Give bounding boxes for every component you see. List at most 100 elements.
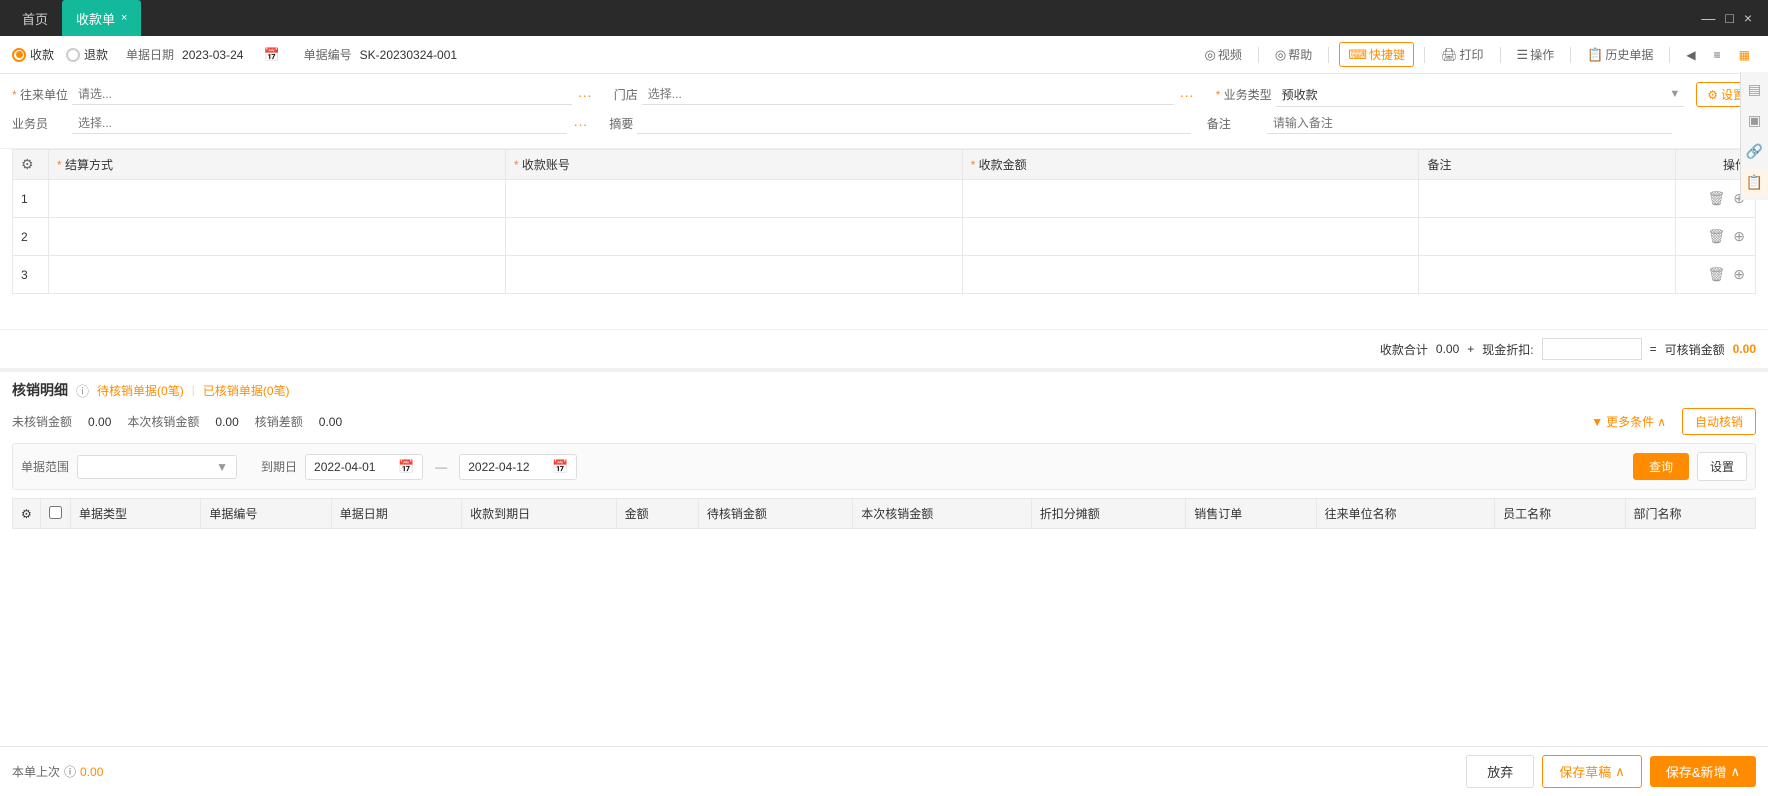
row3-copy-icon[interactable]: ⊕ [1731, 264, 1747, 285]
staff-label: 业务员 [12, 115, 72, 132]
counterpart-more-icon[interactable]: ··· [572, 87, 598, 103]
sidebar-icon-clip[interactable]: 📋 [1741, 169, 1768, 196]
date-value: 2023-03-24 [182, 48, 243, 62]
range-label: 单据范围 [21, 458, 69, 475]
select-all-checkbox[interactable] [49, 506, 62, 519]
wcol6: 待核销金额 [698, 499, 852, 529]
date-from-input[interactable] [314, 460, 394, 474]
equals-sign: = [1650, 342, 1657, 356]
toolbar-actions: ◎ 视频 ◎ 帮助 ⌨ 快捷键 🖨 打印 ☰ 操作 [1199, 42, 1757, 67]
row3-remark[interactable] [1419, 256, 1676, 294]
sidebar-icon-table[interactable]: ▤ [1743, 76, 1766, 103]
staff-input[interactable] [72, 113, 567, 134]
radio-group: 收款 退款 [12, 46, 108, 63]
row3-delete-icon[interactable]: 🗑 [1705, 264, 1727, 285]
wcol1: 单据类型 [71, 499, 201, 529]
prev-btn[interactable]: ◀ [1680, 45, 1701, 65]
row2-copy-icon[interactable]: ⊕ [1731, 226, 1747, 247]
history-icon: 📋 [1587, 47, 1603, 63]
row2-delete-icon[interactable]: 🗑 [1705, 226, 1727, 247]
sidebar-icon-grid[interactable]: ▣ [1743, 107, 1766, 134]
store-more-icon[interactable]: ··· [1174, 87, 1200, 103]
cash-discount-label: 现金折扣: [1482, 341, 1533, 358]
save-draft-button[interactable]: 保存草稿 ∧ [1542, 755, 1642, 788]
writeoff-info-icon[interactable]: ⓘ [76, 381, 89, 400]
save-new-chevron-icon: ∧ [1730, 764, 1740, 780]
row1-amount[interactable] [962, 180, 1419, 218]
auto-writeoff-btn[interactable]: 自动核销 [1682, 408, 1756, 435]
radio-refund[interactable]: 退款 [66, 46, 108, 63]
biz-type-select[interactable]: 预收款 ▼ [1276, 83, 1685, 107]
counterpart-input[interactable] [72, 84, 572, 105]
net-amount-label: 可核销金额 [1665, 341, 1725, 358]
operation-btn[interactable]: ☰ 操作 [1511, 43, 1561, 66]
tab-home[interactable]: 首页 [8, 0, 62, 36]
cash-discount-input[interactable] [1542, 338, 1642, 360]
query-settings-btn[interactable]: 设置 [1697, 452, 1747, 481]
staff-field: 业务员 ··· [12, 113, 593, 134]
biz-type-chevron: ▼ [1665, 88, 1684, 100]
divider6 [1669, 47, 1670, 63]
col-remark: 备注 [1419, 150, 1676, 180]
layout-btn1[interactable]: ≡ [1708, 45, 1727, 65]
radio-collect[interactable]: 收款 [12, 46, 54, 63]
help-btn[interactable]: ◎ 帮助 [1269, 43, 1318, 66]
video-btn[interactable]: ◎ 视频 [1199, 43, 1248, 66]
row1-remark[interactable] [1419, 180, 1676, 218]
shortcut-btn[interactable]: ⌨ 快捷键 [1339, 42, 1414, 67]
discard-button[interactable]: 放弃 [1466, 755, 1534, 788]
tab-close-icon[interactable]: × [121, 12, 127, 24]
store-input[interactable] [642, 84, 1174, 105]
row2-account[interactable] [505, 218, 962, 256]
col-settlement: 结算方式 [49, 150, 506, 180]
writeoff-gear-icon[interactable]: ⚙ [21, 507, 32, 521]
unchecked-value: 0.00 [88, 415, 111, 429]
range-select[interactable]: ▼ [77, 455, 237, 479]
row2-remark[interactable] [1419, 218, 1676, 256]
sidebar-icon-link[interactable]: 🔗 [1741, 138, 1768, 165]
query-btn[interactable]: 查询 [1633, 453, 1689, 480]
staff-more-icon[interactable]: ··· [567, 116, 593, 132]
bottom-bar: 本单上次 ⓘ 0.00 放弃 保存草稿 ∧ 保存&新增 ∧ [0, 746, 1768, 796]
row1-account[interactable] [505, 180, 962, 218]
row1-delete-icon[interactable]: 🗑 [1705, 188, 1727, 209]
tab-collection[interactable]: 收款单 × [62, 0, 141, 36]
calendar-to-icon[interactable]: 📅 [552, 459, 568, 475]
row3-settlement[interactable] [49, 256, 506, 294]
table-gear-icon[interactable]: ⚙ [21, 156, 34, 172]
doc-num-label: 单据编号 [304, 46, 352, 63]
table-row: 3 🗑 ⊕ [13, 256, 1756, 294]
summary-input[interactable] [637, 113, 1190, 134]
calendar-from-icon[interactable]: 📅 [398, 459, 414, 475]
maximize-icon[interactable]: □ [1725, 10, 1733, 26]
row3-account[interactable] [505, 256, 962, 294]
row1-settlement[interactable] [49, 180, 506, 218]
close-icon[interactable]: × [1744, 10, 1752, 26]
save-new-button[interactable]: 保存&新增 ∧ [1650, 756, 1756, 787]
filter-btn[interactable]: ▼ 更多条件 ∧ [1591, 413, 1666, 430]
wcol3: 单据日期 [331, 499, 461, 529]
history-btn[interactable]: 📋 历史单据 [1581, 43, 1659, 66]
pending-count: 0笔 [161, 384, 180, 398]
row3-amount[interactable] [962, 256, 1419, 294]
row2-settlement[interactable] [49, 218, 506, 256]
pending-tab[interactable]: 待核销单据(0笔) [97, 382, 184, 399]
done-tab[interactable]: 已核销单据(0笔) [203, 382, 290, 399]
print-btn[interactable]: 🖨 打印 [1435, 43, 1490, 66]
calendar-icon[interactable]: 📅 [259, 45, 283, 65]
bottom-value: 0.00 [80, 765, 103, 779]
right-sidebar: ▤ ▣ 🔗 📋 [1740, 72, 1768, 200]
chevron-up-icon: ∧ [1657, 415, 1666, 429]
wcol2: 单据编号 [201, 499, 331, 529]
minimize-icon[interactable]: — [1701, 10, 1715, 26]
net-amount-value: 0.00 [1733, 342, 1756, 356]
tab-bar: 首页 收款单 × — □ × [0, 0, 1768, 36]
toolbar: 收款 退款 单据日期 2023-03-24 📅 单据编号 SK-20230324… [0, 36, 1768, 74]
layout-btn2[interactable]: ▦ [1733, 45, 1756, 65]
remark-input[interactable] [1267, 113, 1672, 134]
biz-type-value: 预收款 [1276, 83, 1666, 106]
row2-amount[interactable] [962, 218, 1419, 256]
row1-ops: 🗑 ⊕ [1684, 188, 1747, 209]
save-draft-chevron-icon: ∧ [1615, 764, 1625, 780]
date-to-input[interactable] [468, 460, 548, 474]
